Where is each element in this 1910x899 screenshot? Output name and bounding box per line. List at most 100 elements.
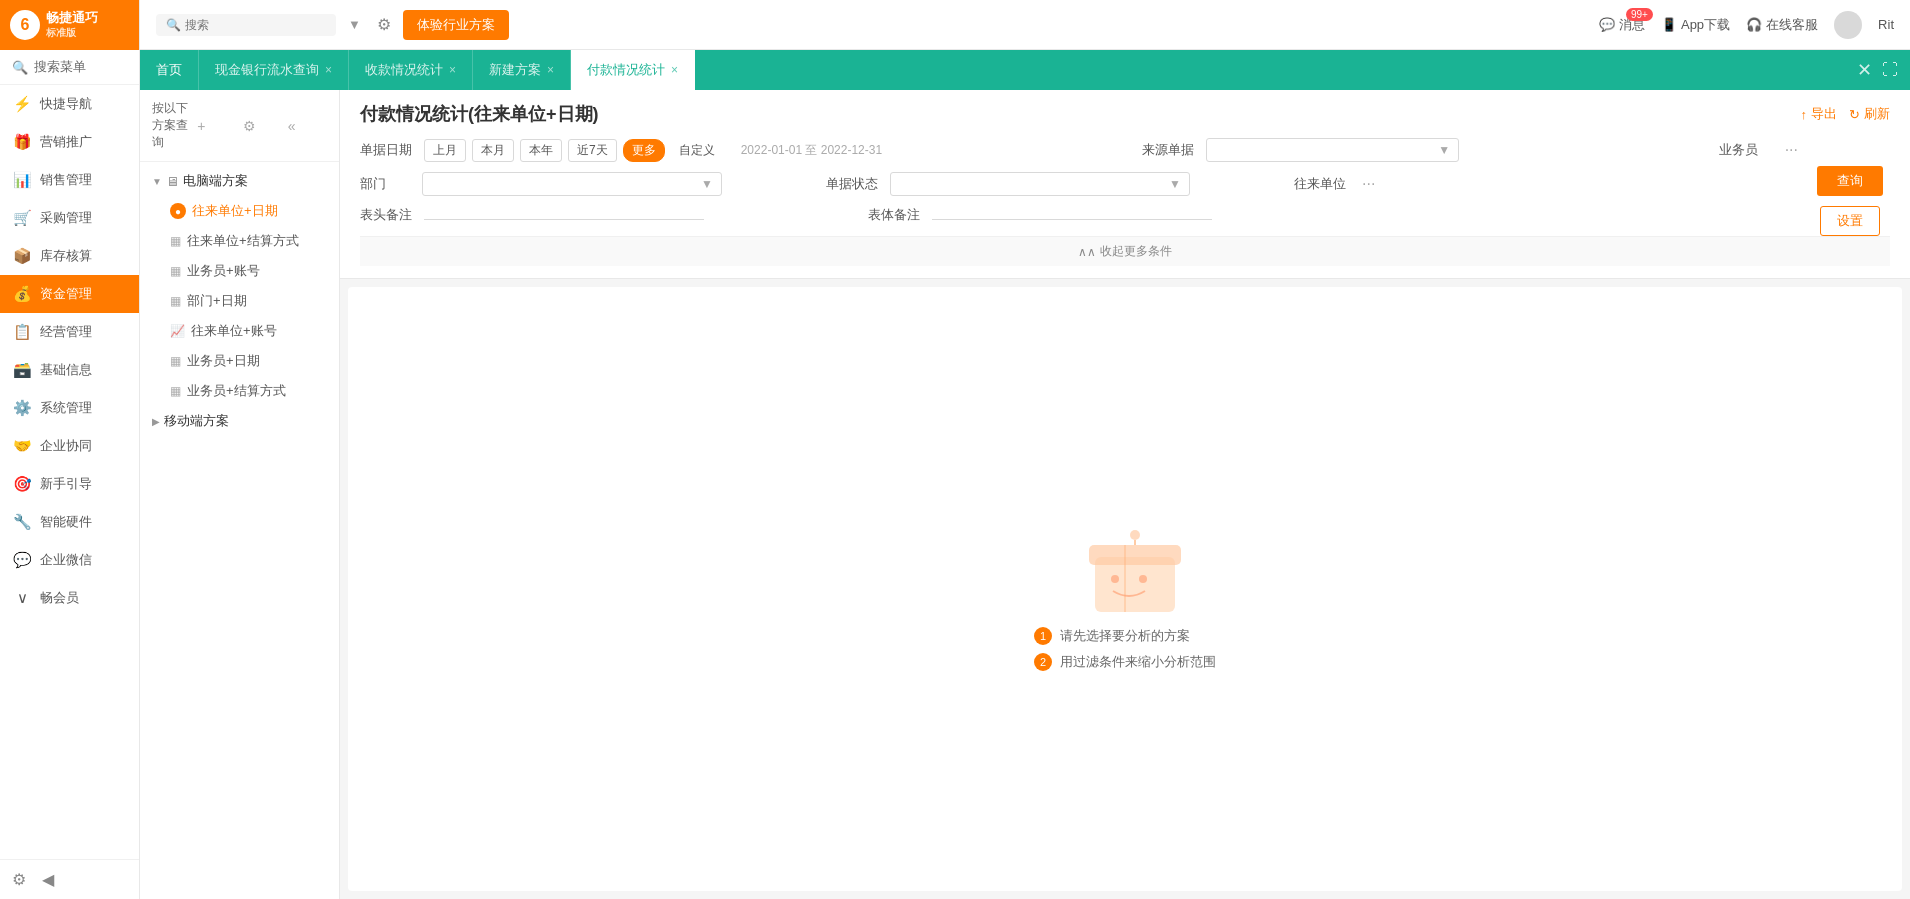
app-download-button[interactable]: 📱 App下载 bbox=[1661, 16, 1730, 34]
topbar-right: 💬 消息 99+ 📱 App下载 🎧 在线客服 Rit bbox=[1599, 11, 1894, 39]
date-btn-this-month[interactable]: 本月 bbox=[472, 139, 514, 162]
desktop-group: ▼ 🖥 电脑端方案 ● 往来单位+日期 ▦ 往来单位+结算方式 ▦ 业务 bbox=[140, 166, 339, 406]
date-btn-this-year[interactable]: 本年 bbox=[520, 139, 562, 162]
scheme-item-staff-date[interactable]: ▦ 业务员+日期 bbox=[140, 346, 339, 376]
tab-expand-icon[interactable]: ⛶ bbox=[1882, 61, 1898, 79]
scheme-item-unit-settlement[interactable]: ▦ 往来单位+结算方式 bbox=[140, 226, 339, 256]
sidebar-item-hardware[interactable]: 🔧 智能硬件 bbox=[0, 503, 139, 541]
sidebar-item-system[interactable]: ⚙️ 系统管理 bbox=[0, 389, 139, 427]
query-button[interactable]: 查询 bbox=[1817, 166, 1883, 196]
sidebar-item-label: 企业协同 bbox=[40, 437, 92, 455]
source-select[interactable]: ▼ bbox=[1206, 138, 1460, 162]
sidebar-nav: ⚡ 快捷导航 🎁 营销推广 📊 销售管理 🛒 采购管理 📦 库存核算 💰 资金管… bbox=[0, 85, 139, 859]
scheme-item-label: 部门+日期 bbox=[187, 292, 247, 310]
scheme-add-button[interactable]: + bbox=[197, 118, 236, 134]
desktop-arrow-icon: ▼ bbox=[152, 176, 162, 187]
tab-close-all-icon[interactable]: ✕ bbox=[1857, 59, 1872, 81]
date-btn-last-month[interactable]: 上月 bbox=[424, 139, 466, 162]
table-icon: ▦ bbox=[170, 294, 181, 308]
body-note-field[interactable] bbox=[932, 211, 1212, 220]
refresh-button[interactable]: ↻ 刷新 bbox=[1849, 105, 1890, 123]
trial-button[interactable]: 体验行业方案 bbox=[403, 10, 509, 40]
mobile-group[interactable]: ▶ 移动端方案 bbox=[140, 406, 339, 436]
tab-receipt-stats-close[interactable]: × bbox=[449, 63, 456, 77]
sidebar-item-marketing[interactable]: 🎁 营销推广 bbox=[0, 123, 139, 161]
scheme-item-staff-settlement[interactable]: ▦ 业务员+结算方式 bbox=[140, 376, 339, 406]
scheme-settings-button[interactable]: ⚙ bbox=[243, 118, 282, 134]
scheme-item-label: 业务员+账号 bbox=[187, 262, 260, 280]
sidebar-item-inventory[interactable]: 📦 库存核算 bbox=[0, 237, 139, 275]
tab-new-plan-close[interactable]: × bbox=[547, 63, 554, 77]
header-note-field[interactable] bbox=[424, 211, 704, 220]
scheme-item-staff-account[interactable]: ▦ 业务员+账号 bbox=[140, 256, 339, 286]
avatar[interactable] bbox=[1834, 11, 1862, 39]
doc-status-label: 单据状态 bbox=[826, 175, 878, 193]
search-input[interactable] bbox=[185, 18, 305, 32]
username[interactable]: Rit bbox=[1878, 17, 1894, 32]
export-button[interactable]: ↑ 导出 bbox=[1801, 105, 1838, 123]
partner-field-dots[interactable]: ··· bbox=[1358, 175, 1379, 193]
sidebar-item-label: 智能硬件 bbox=[40, 513, 92, 531]
online-service-button[interactable]: 🎧 在线客服 bbox=[1746, 16, 1818, 34]
staff-field-dots[interactable]: ··· bbox=[1781, 141, 1802, 159]
filter-row-3: 表头备注 表体备注 bbox=[360, 206, 1802, 224]
filter-row-2: 部门 ▼ 单据状态 ▼ 往来 bbox=[360, 172, 1802, 196]
footer-collapse-icon[interactable]: ◀ bbox=[42, 870, 54, 889]
date-btn-custom[interactable]: 自定义 bbox=[671, 140, 723, 161]
sidebar-item-enterprise[interactable]: 🤝 企业协同 bbox=[0, 427, 139, 465]
collapse-more-button[interactable]: ∧∧ 收起更多条件 bbox=[360, 236, 1890, 266]
messages-button[interactable]: 💬 消息 99+ bbox=[1599, 16, 1645, 34]
guide-icon: 🎯 bbox=[12, 475, 32, 493]
tab-payment-stats[interactable]: 付款情况统计 × bbox=[571, 50, 695, 90]
page-title: 付款情况统计(往来单位+日期) bbox=[360, 102, 599, 126]
tab-new-plan[interactable]: 新建方案 × bbox=[473, 50, 571, 90]
topbar-gear-icon[interactable]: ⚙ bbox=[373, 11, 395, 38]
topbar-search-box[interactable]: 🔍 bbox=[156, 14, 336, 36]
sidebar-item-wechat[interactable]: 💬 企业微信 bbox=[0, 541, 139, 579]
date-btn-7days[interactable]: 近7天 bbox=[568, 139, 617, 162]
partner-label: 往来单位 bbox=[1294, 175, 1346, 193]
scheme-item-dept-date[interactable]: ▦ 部门+日期 bbox=[140, 286, 339, 316]
empty-hint-1: 1 请先选择要分析的方案 bbox=[1034, 627, 1216, 645]
sidebar-search[interactable]: 🔍 搜索菜单 bbox=[0, 50, 139, 85]
wechat-icon: 💬 bbox=[12, 551, 32, 569]
footer-settings-icon[interactable]: ⚙ bbox=[12, 870, 26, 889]
empty-state: 1 请先选择要分析的方案 2 用过滤条件来缩小分析范围 bbox=[348, 287, 1902, 891]
enterprise-icon: 🤝 bbox=[12, 437, 32, 455]
date-btn-more[interactable]: 更多 bbox=[623, 139, 665, 162]
sidebar-item-operation[interactable]: 📋 经营管理 bbox=[0, 313, 139, 351]
tab-bank-flow-close[interactable]: × bbox=[325, 63, 332, 77]
tab-payment-stats-close[interactable]: × bbox=[671, 63, 678, 77]
active-dot-icon: ● bbox=[170, 203, 186, 219]
scheme-item-label: 业务员+日期 bbox=[187, 352, 260, 370]
sidebar-item-label: 基础信息 bbox=[40, 361, 92, 379]
search-label: 搜索菜单 bbox=[34, 58, 86, 76]
setting-button[interactable]: 设置 bbox=[1820, 206, 1880, 236]
sidebar-item-member[interactable]: ∨ 畅会员 bbox=[0, 579, 139, 617]
sidebar-item-label: 企业微信 bbox=[40, 551, 92, 569]
sidebar-item-sales[interactable]: 📊 销售管理 bbox=[0, 161, 139, 199]
tab-receipt-stats[interactable]: 收款情况统计 × bbox=[349, 50, 473, 90]
tab-bank-flow[interactable]: 现金银行流水查询 × bbox=[199, 50, 349, 90]
sidebar-item-purchase[interactable]: 🛒 采购管理 bbox=[0, 199, 139, 237]
svg-point-4 bbox=[1139, 575, 1147, 583]
topbar-chevron-icon[interactable]: ▼ bbox=[344, 13, 365, 36]
sidebar-item-label: 营销推广 bbox=[40, 133, 92, 151]
sidebar-item-guide[interactable]: 🎯 新手引导 bbox=[0, 465, 139, 503]
dept-select[interactable]: ▼ bbox=[422, 172, 722, 196]
empty-illustration bbox=[1075, 507, 1175, 607]
tab-home[interactable]: 首页 bbox=[140, 50, 199, 90]
sidebar-item-label: 库存核算 bbox=[40, 247, 92, 265]
scheme-collapse-button[interactable]: « bbox=[288, 118, 327, 134]
sidebar-item-quick-nav[interactable]: ⚡ 快捷导航 bbox=[0, 85, 139, 123]
doc-status-select[interactable]: ▼ bbox=[890, 172, 1190, 196]
sidebar-item-basic[interactable]: 🗃️ 基础信息 bbox=[0, 351, 139, 389]
operation-icon: 📋 bbox=[12, 323, 32, 341]
scheme-item-unit-date[interactable]: ● 往来单位+日期 bbox=[140, 196, 339, 226]
desktop-group-title[interactable]: ▼ 🖥 电脑端方案 bbox=[140, 166, 339, 196]
table-icon: ▦ bbox=[170, 264, 181, 278]
inventory-icon: 📦 bbox=[12, 247, 32, 265]
mobile-arrow-icon: ▶ bbox=[152, 416, 160, 427]
scheme-item-unit-account[interactable]: 📈 往来单位+账号 bbox=[140, 316, 339, 346]
sidebar-item-capital[interactable]: 💰 资金管理 bbox=[0, 275, 139, 313]
